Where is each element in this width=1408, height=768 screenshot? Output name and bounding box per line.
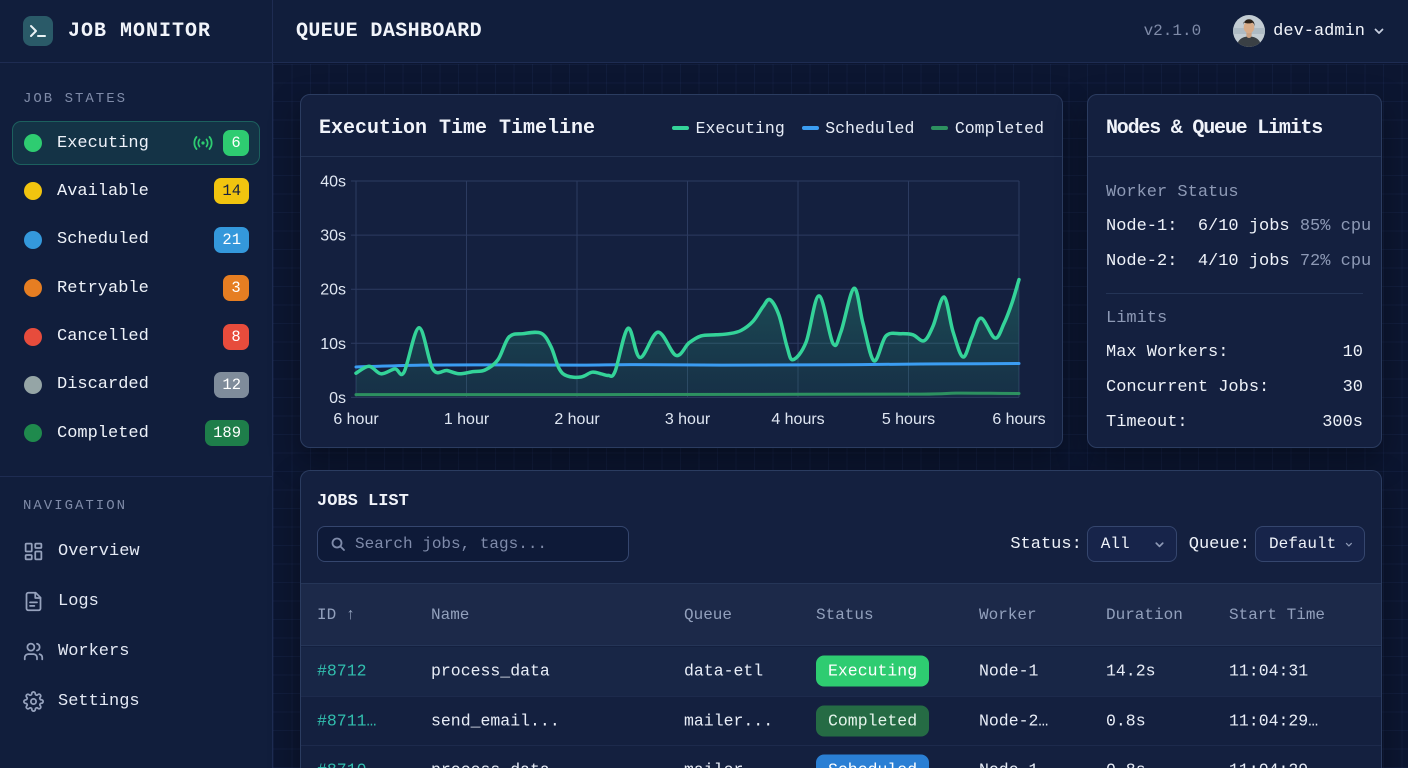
svg-text:2 hour: 2 hour bbox=[554, 411, 600, 428]
svg-text:40s: 40s bbox=[320, 174, 346, 191]
svg-text:20s: 20s bbox=[320, 282, 346, 299]
svg-text:0s: 0s bbox=[329, 390, 346, 407]
svg-text:1 hour: 1 hour bbox=[444, 411, 490, 428]
svg-text:5 hours: 5 hours bbox=[882, 411, 935, 428]
svg-text:6 hours: 6 hours bbox=[992, 411, 1045, 428]
svg-text:6 hour: 6 hour bbox=[333, 411, 379, 428]
svg-text:10s: 10s bbox=[320, 336, 346, 353]
svg-text:3 hour: 3 hour bbox=[665, 411, 711, 428]
svg-text:4 hours: 4 hours bbox=[771, 411, 824, 428]
svg-text:30s: 30s bbox=[320, 228, 346, 245]
